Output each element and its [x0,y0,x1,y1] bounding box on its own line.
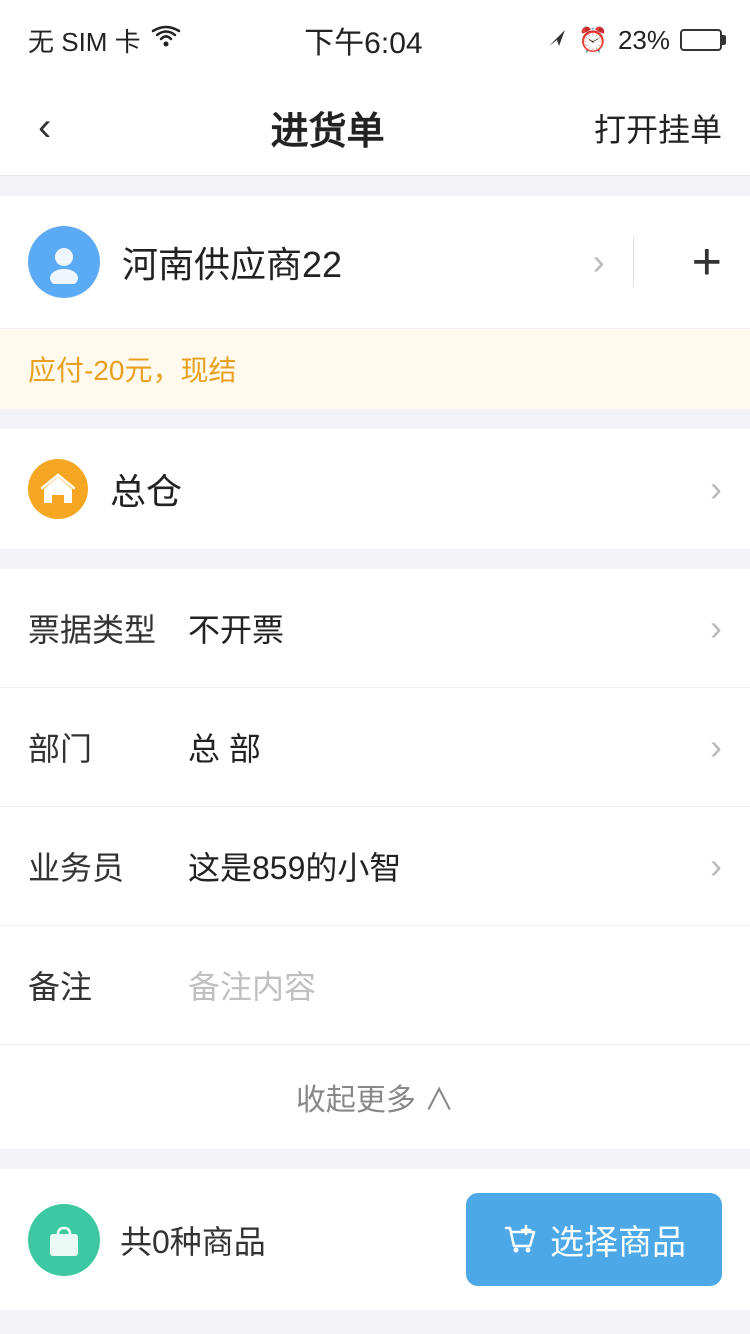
salesperson-label: 业务员 [28,843,168,889]
status-time: 下午6:04 [304,18,422,62]
salesperson-chevron-icon: › [710,845,722,887]
product-count-label: 共0种商品 [120,1217,466,1263]
select-product-button[interactable]: 选择商品 [466,1193,722,1286]
open-pending-button[interactable]: 打开挂单 [594,105,722,151]
wifi-icon [151,25,181,56]
invoice-type-row[interactable]: 票据类型 不开票 › [0,569,750,687]
select-product-label: 选择商品 [550,1215,686,1264]
battery-percentage: 23% [618,25,670,56]
invoice-chevron-icon: › [710,607,722,649]
department-chevron-icon: › [710,726,722,768]
salesperson-row[interactable]: 业务员 这是859的小智 › [0,806,750,925]
supplier-notice: 应付-20元，现结 [0,329,750,409]
status-left: 无 SIM 卡 [28,22,181,59]
supplier-row[interactable]: 河南供应商22 › + [0,196,750,329]
remarks-row[interactable]: 备注 备注内容 [0,925,750,1044]
battery-icon [680,29,722,51]
remarks-input[interactable]: 备注内容 [168,962,722,1008]
warehouse-icon [28,459,88,519]
department-row[interactable]: 部门 总 部 › [0,687,750,806]
nav-bar: ‹ 进货单 打开挂单 [0,80,750,176]
alarm-icon: ⏰ [578,26,608,55]
carrier-label: 无 SIM 卡 [28,22,141,59]
remarks-label: 备注 [28,962,168,1008]
supplier-chevron-icon: › [593,241,605,283]
product-footer: 共0种商品 选择商品 [0,1149,750,1310]
supplier-name: 河南供应商22 [122,236,583,288]
warehouse-section: 总仓 › [0,429,750,549]
section-gap-3 [0,549,750,569]
supplier-section: 河南供应商22 › + 应付-20元，现结 [0,196,750,409]
invoice-type-value: 不开票 [168,605,700,651]
department-label: 部门 [28,724,168,770]
add-supplier-button[interactable]: + [692,232,722,292]
status-right: ⏰ 23% [546,25,722,56]
section-gap-2 [0,409,750,429]
location-icon [546,25,568,56]
warehouse-chevron-icon: › [710,468,722,510]
supplier-avatar [28,226,100,298]
form-section: 票据类型 不开票 › 部门 总 部 › 业务员 这是859的小智 › 备注 备注… [0,569,750,1149]
warehouse-label: 总仓 [110,463,700,515]
back-button[interactable]: ‹ [28,95,61,160]
invoice-type-label: 票据类型 [28,605,168,651]
vertical-divider [633,237,634,287]
collapse-label: 收起更多 ∧ [296,1075,454,1119]
section-gap-1 [0,176,750,196]
page-title: 进货单 [271,100,385,155]
department-value: 总 部 [168,724,700,770]
product-icon [28,1204,100,1276]
collapse-row[interactable]: 收起更多 ∧ [0,1044,750,1149]
status-bar: 无 SIM 卡 下午6:04 ⏰ 23% [0,0,750,80]
salesperson-value: 这是859的小智 [168,843,700,889]
warehouse-row[interactable]: 总仓 › [0,429,750,549]
